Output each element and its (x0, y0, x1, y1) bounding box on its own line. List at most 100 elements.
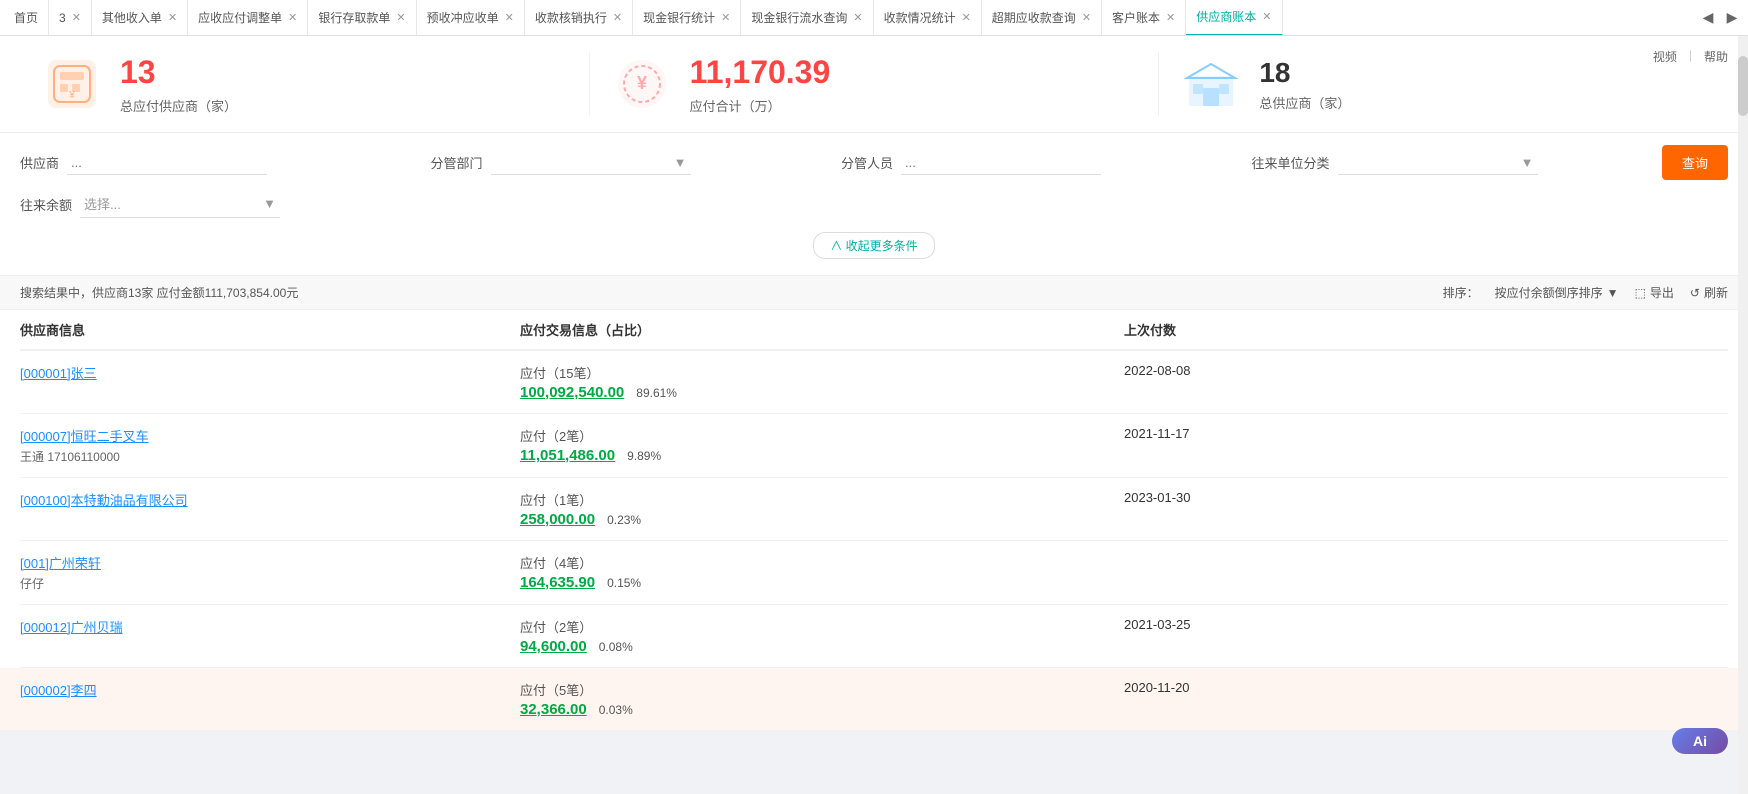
stat-icon-store (1179, 52, 1243, 116)
stat-label-total: 应付合计（万） (690, 96, 1139, 115)
col-transaction-info: 应付交易信息（占比） (520, 320, 1124, 339)
nav-next-arrow[interactable]: ▶ (1720, 0, 1744, 36)
scrollbar-thumb[interactable] (1738, 56, 1748, 116)
nav-tab-other-income[interactable]: 其他收入单 ✕ (92, 0, 188, 36)
video-link[interactable]: 视频 (1653, 48, 1677, 65)
trans-percent: 0.15% (607, 576, 641, 590)
scrollbar[interactable] (1738, 36, 1748, 794)
search-row-2: 往来余额 选择... ▼ (20, 190, 1728, 218)
transaction-cell: 应付（1笔） 258,000.00 0.23% (520, 490, 1124, 528)
nav-tab-verify[interactable]: 收款核销执行 ✕ (525, 0, 633, 36)
nav-tab-3[interactable]: 3 ✕ (49, 0, 92, 36)
nav-tab-overdue[interactable]: 超期应收款查询 ✕ (982, 0, 1102, 36)
supplier-link[interactable]: [000012]广州贝瑞 (20, 620, 123, 635)
nav-tab-bank[interactable]: 银行存取款单 ✕ (308, 0, 416, 36)
supplier-link[interactable]: [000002]李四 (20, 683, 97, 698)
query-button[interactable]: 查询 (1662, 145, 1728, 180)
trans-amount[interactable]: 100,092,540.00 (520, 384, 624, 401)
nav-tab-customer-ledger-label: 客户账本 (1112, 9, 1160, 26)
close-icon[interactable]: ✕ (288, 11, 297, 24)
results-bar: 搜索结果中，供应商13家 应付金额111,703,854.00元 排序： 按应付… (0, 276, 1748, 310)
nav-tab-prepay-label: 预收冲应收单 (427, 9, 499, 26)
trans-percent: 89.61% (636, 386, 677, 400)
close-icon[interactable]: ✕ (168, 11, 177, 24)
collapse-button[interactable]: ∧ 收起更多条件 (813, 232, 934, 259)
nav-tab-supplier-ledger[interactable]: 供应商账本 ✕ (1186, 0, 1282, 36)
export-label: 导出 (1650, 284, 1674, 301)
stat-content-payable: 13 总应付供应商（家） (120, 53, 569, 114)
last-pay-cell: 2022-08-08 (1124, 363, 1728, 378)
balance-dropdown[interactable]: 选择... ▼ (80, 190, 280, 218)
nav-tab-home-label: 首页 (14, 9, 38, 26)
nav-tab-cash-stats[interactable]: 现金银行统计 ✕ (633, 0, 741, 36)
header-stats-section: 视频 | 帮助 ¥ 13 总应付供应商（家） ¥ (0, 36, 1748, 133)
close-icon[interactable]: ✕ (721, 11, 730, 24)
manager-input[interactable] (901, 151, 1101, 175)
trans-label: 应付（4笔） (520, 553, 1124, 572)
trans-row: 94,600.00 0.08% (520, 636, 1124, 655)
stat-value-total: 11,170.39 (690, 53, 1139, 91)
trans-amount[interactable]: 164,635.90 (520, 574, 595, 591)
close-icon[interactable]: ✕ (962, 11, 971, 24)
supplier-link[interactable]: [000001]张三 (20, 366, 97, 381)
header-actions: 视频 | 帮助 (1653, 48, 1728, 65)
data-table: 供应商信息 应付交易信息（占比） 上次付数 [000001]张三 应付（15笔）… (0, 310, 1748, 731)
ai-badge[interactable]: Ai (1672, 728, 1728, 754)
supplier-link[interactable]: [000007]恒旺二手叉车 (20, 429, 149, 444)
supplier-link[interactable]: [000100]本特勤油品有限公司 (20, 493, 188, 508)
sort-dropdown[interactable]: 按应付余额倒序排序 ▼ (1495, 284, 1619, 301)
nav-tab-supplier-ledger-label: 供应商账本 (1196, 8, 1256, 25)
results-info: 搜索结果中，供应商13家 应付金额111,703,854.00元 (20, 284, 314, 301)
collapse-label: 收起更多条件 (846, 239, 918, 253)
svg-text:¥: ¥ (68, 90, 75, 101)
stat-content-total-suppliers: 18 总供应商（家） (1259, 56, 1708, 113)
supplier-link[interactable]: [001]广州荣轩 (20, 556, 101, 571)
help-link[interactable]: 帮助 (1704, 48, 1728, 65)
close-icon[interactable]: ✕ (1166, 11, 1175, 24)
chevron-down-icon: ▼ (1521, 155, 1534, 170)
transaction-cell: 应付（15笔） 100,092,540.00 89.61% (520, 363, 1124, 401)
department-dropdown[interactable]: ▼ (491, 151, 691, 175)
chevron-down-icon: ▼ (674, 155, 687, 170)
nav-tab-cash-flow-label: 现金银行流水查询 (751, 9, 847, 26)
close-icon[interactable]: ✕ (853, 11, 862, 24)
transaction-cell: 应付（2笔） 11,051,486.00 9.89% (520, 426, 1124, 464)
close-icon[interactable]: ✕ (505, 11, 514, 24)
nav-prev-arrow[interactable]: ◀ (1696, 0, 1720, 36)
nav-tab-payment-stats[interactable]: 收款情况统计 ✕ (874, 0, 982, 36)
refresh-button[interactable]: ↺ 刷新 (1690, 284, 1728, 301)
close-icon[interactable]: ✕ (396, 11, 405, 24)
nav-tab-prepay[interactable]: 预收冲应收单 ✕ (417, 0, 525, 36)
category-dropdown[interactable]: ▼ (1338, 151, 1538, 175)
chevron-down-icon: ▼ (1607, 286, 1619, 300)
trans-amount[interactable]: 94,600.00 (520, 638, 587, 655)
nav-tab-adjustment-label: 应收应付调整单 (198, 9, 282, 26)
balance-field: 往来余额 选择... ▼ (20, 190, 1728, 218)
nav-tab-customer-ledger[interactable]: 客户账本 ✕ (1102, 0, 1186, 36)
supplier-info-cell: [000002]李四 (20, 680, 520, 699)
nav-tab-other-income-label: 其他收入单 (102, 9, 162, 26)
table-header: 供应商信息 应付交易信息（占比） 上次付数 (20, 310, 1728, 351)
nav-tab-adjustment[interactable]: 应收应付调整单 ✕ (188, 0, 308, 36)
transaction-cell: 应付（2笔） 94,600.00 0.08% (520, 617, 1124, 655)
stat-label-total-suppliers: 总供应商（家） (1259, 93, 1708, 112)
trans-label: 应付（5笔） (520, 680, 1124, 699)
collapse-up-icon: ∧ (830, 239, 842, 253)
trans-amount[interactable]: 258,000.00 (520, 511, 595, 528)
supplier-input[interactable] (67, 151, 267, 175)
sort-value: 按应付余额倒序排序 (1495, 284, 1603, 301)
trans-amount[interactable]: 32,366.00 (520, 701, 587, 718)
close-icon[interactable]: ✕ (613, 11, 622, 24)
nav-tab-cash-flow[interactable]: 现金银行流水查询 ✕ (741, 0, 873, 36)
trans-label: 应付（2笔） (520, 426, 1124, 445)
trans-amount[interactable]: 11,051,486.00 (520, 447, 615, 464)
table-row: [000002]李四 应付（5笔） 32,366.00 0.03% 2020-1… (0, 668, 1748, 731)
export-button[interactable]: ⬚ 导出 (1635, 284, 1674, 301)
close-icon[interactable]: ✕ (1082, 11, 1091, 24)
nav-tab-home[interactable]: 首页 (4, 0, 49, 36)
nav-scroll-arrows: ◀ ▶ (1696, 0, 1744, 36)
stat-icon-supplier1: ¥ (40, 52, 104, 116)
last-pay-cell: 2023-01-30 (1124, 490, 1728, 505)
close-icon[interactable]: ✕ (72, 11, 81, 24)
close-icon[interactable]: ✕ (1262, 10, 1271, 23)
